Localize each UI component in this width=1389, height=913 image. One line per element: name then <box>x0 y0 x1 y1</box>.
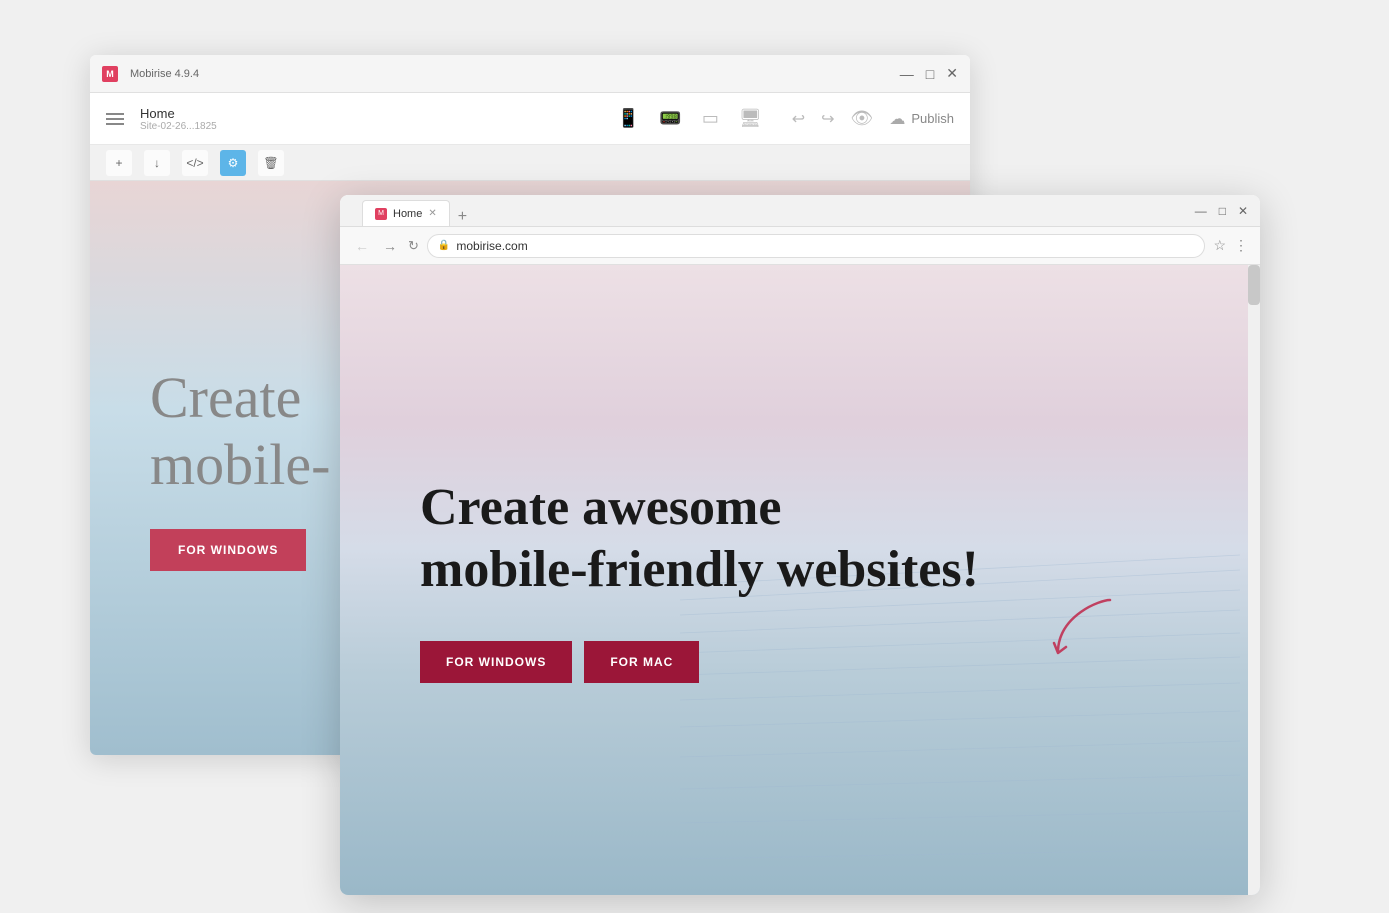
device-icons: 📱 📟 ▭ 🖥 <box>617 108 762 129</box>
windows-download-button[interactable]: FOR WINDOWS <box>420 641 572 683</box>
app-name-label: Mobirise 4.9.4 <box>130 68 199 80</box>
hero-title-line2: mobile-friendly websites! <box>420 541 979 598</box>
hero-title-line1: Create awesome <box>420 479 781 536</box>
browser-minimize-button[interactable]: — <box>1195 204 1207 218</box>
back-hero-windows-button[interactable]: FOR WINDOWS <box>150 529 306 571</box>
browser-refresh-button[interactable]: ↻ <box>408 238 419 254</box>
hero-buttons: FOR WINDOWS FOR MAC <box>420 641 699 683</box>
desktop-icon[interactable]: 🖥 <box>739 108 762 129</box>
mobirise-logo-icon: M <box>102 66 118 82</box>
redo-button[interactable]: ↪ <box>821 109 834 129</box>
publish-cloud-icon: ☁ <box>889 109 905 129</box>
add-block-button[interactable]: + <box>106 150 132 176</box>
delete-button[interactable]: 🗑 <box>258 150 284 176</box>
code-button[interactable]: </> <box>182 150 208 176</box>
back-hero-content: Create mobile- FOR WINDOWS <box>150 365 330 570</box>
settings-button[interactable]: ⚙ <box>220 150 246 176</box>
tablet-landscape-icon[interactable]: ▭ <box>702 108 719 129</box>
page-title: Home <box>140 106 217 121</box>
menu-dots-icon[interactable]: ⋮ <box>1234 237 1248 254</box>
browser-url-bar[interactable]: 🔒 mobirise.com <box>427 234 1206 258</box>
editor-titlebar: M Mobirise 4.9.4 — □ ✕ <box>90 55 970 93</box>
hamburger-line <box>106 118 124 120</box>
mobile-icon[interactable]: 📱 <box>617 108 639 129</box>
bookmark-icon[interactable]: ☆ <box>1213 237 1226 254</box>
browser-window-controls: — □ ✕ <box>1195 204 1248 218</box>
browser-addressbar: ← → ↻ 🔒 mobirise.com ☆ ⋮ <box>340 227 1260 265</box>
browser-titlebar: M Home ✕ + — □ ✕ <box>340 195 1260 227</box>
browser-hero-title: Create awesome mobile-friendly websites! <box>420 477 979 602</box>
hamburger-menu-button[interactable] <box>106 113 124 125</box>
browser-maximize-button[interactable]: □ <box>1219 204 1226 218</box>
browser-forward-button[interactable]: → <box>380 238 400 254</box>
close-button[interactable]: ✕ <box>946 65 958 82</box>
tab-title: Home <box>393 208 422 220</box>
page-info: Home Site-02-26...1825 <box>140 106 217 132</box>
editor-toolbar: Home Site-02-26...1825 📱 📟 ▭ 🖥 ↩ ↪ 👁 ☁ P… <box>90 93 970 145</box>
hamburger-line <box>106 113 124 115</box>
undo-button[interactable]: ↩ <box>792 109 805 129</box>
minimize-button[interactable]: — <box>900 66 914 82</box>
preview-button[interactable]: 👁 <box>851 108 874 129</box>
publish-button[interactable]: ☁ Publish <box>889 109 954 129</box>
tab-close-button[interactable]: ✕ <box>428 208 436 219</box>
browser-hero-content: Create awesome mobile-friendly websites!… <box>340 265 1260 895</box>
back-hero-title-line1: Create <box>150 365 301 430</box>
back-hero-title-line2: mobile- <box>150 432 330 497</box>
new-tab-button[interactable]: + <box>450 208 475 226</box>
section-toolbar: + ↓ </> ⚙ 🗑 <box>90 145 970 181</box>
download-button[interactable]: ↓ <box>144 150 170 176</box>
tablet-icon[interactable]: 📟 <box>659 108 681 129</box>
publish-label: Publish <box>911 111 954 126</box>
toolbar-actions: ↩ ↪ 👁 ☁ Publish <box>792 108 954 129</box>
maximize-button[interactable]: □ <box>926 66 934 82</box>
hamburger-line <box>106 123 124 125</box>
browser-content: Create awesome mobile-friendly websites!… <box>340 265 1260 895</box>
lock-icon: 🔒 <box>438 240 450 251</box>
browser-close-button[interactable]: ✕ <box>1238 204 1248 218</box>
tab-favicon: M <box>375 208 387 220</box>
page-subtitle: Site-02-26...1825 <box>140 121 217 132</box>
mac-download-button[interactable]: FOR MAC <box>584 641 699 683</box>
browser-extension-icons: ☆ ⋮ <box>1213 237 1248 254</box>
browser-tabs: M Home ✕ + <box>352 195 1189 226</box>
browser-back-button[interactable]: ← <box>352 238 372 254</box>
browser-window: M Home ✕ + — □ ✕ ← → ↻ 🔒 mobirise.com ☆ … <box>340 195 1260 895</box>
window-controls: — □ ✕ <box>900 65 958 82</box>
browser-tab-home[interactable]: M Home ✕ <box>362 200 450 226</box>
back-hero-title: Create mobile- <box>150 365 330 498</box>
url-text: mobirise.com <box>456 239 527 253</box>
